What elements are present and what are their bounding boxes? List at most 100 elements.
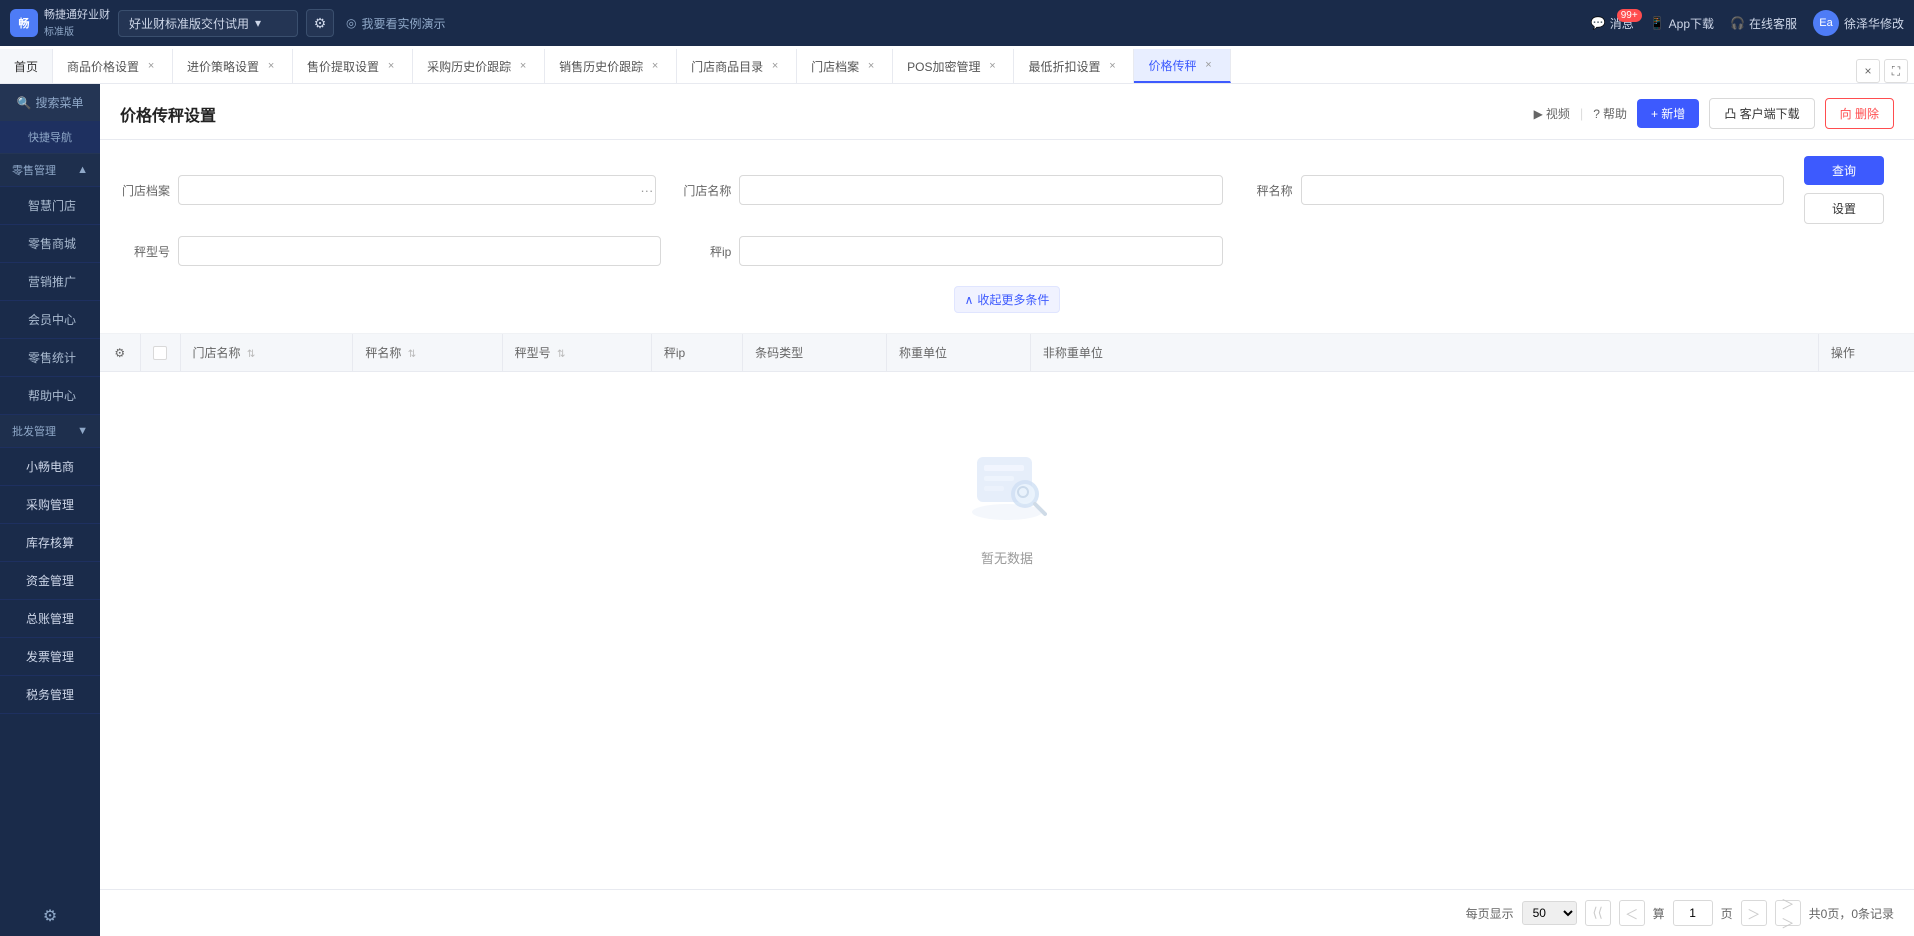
scale-model-input[interactable]	[178, 236, 661, 266]
tab-label: 最低折扣设置	[1028, 58, 1100, 75]
tab-home[interactable]: 首页	[0, 49, 53, 83]
logo-area: 畅 畅捷通好业财 标准版	[10, 8, 110, 38]
app-version: 标准版	[44, 23, 110, 38]
sidebar-search[interactable]: 🔍 搜索菜单	[0, 84, 100, 121]
sidebar-item-purchase-mgmt[interactable]: 采购管理	[0, 486, 100, 524]
scale-ip-input[interactable]	[739, 236, 1222, 266]
separator: |	[1580, 106, 1583, 121]
topbar-settings-button[interactable]: ⚙	[306, 9, 334, 37]
tab-purchase-strategy[interactable]: 进价策略设置 ×	[173, 49, 293, 83]
store-name-input[interactable]	[739, 175, 1222, 205]
export-button[interactable]: 凸 客户端下载	[1709, 98, 1814, 129]
product-selector[interactable]: 好业财标准版交付试用 ▾	[118, 10, 298, 37]
sidebar-quick-nav[interactable]: 快捷导航	[0, 121, 100, 154]
app-download-button[interactable]: 📱 App下载	[1650, 15, 1714, 32]
tab-bar-expand-button[interactable]: ⛶	[1884, 59, 1908, 83]
tab-close-icon[interactable]: ×	[985, 59, 999, 73]
user-name: 徐泽华修改	[1844, 15, 1904, 32]
sidebar-item-member-center[interactable]: 会员中心	[0, 301, 100, 339]
tab-store-profile[interactable]: 门店档案 ×	[797, 49, 893, 83]
tab-close-icon[interactable]: ×	[264, 59, 278, 73]
scale-model-label: 秤型号	[120, 243, 170, 260]
tab-close-icon[interactable]: ×	[768, 59, 782, 73]
sidebar-item-xiaochang-ecom[interactable]: 小畅电商	[0, 448, 100, 486]
sidebar-item-smart-store[interactable]: 智慧门店	[0, 187, 100, 225]
tab-store-catalog[interactable]: 门店商品目录 ×	[677, 49, 797, 83]
tab-close-icon[interactable]: ×	[864, 59, 878, 73]
main-layout: 🔍 搜索菜单 快捷导航 零售管理 ▲ 智慧门店 零售商城 营销推广 会员中心 零…	[0, 84, 1914, 936]
delete-button[interactable]: 向 删除	[1825, 98, 1894, 129]
sidebar-item-invoice[interactable]: 发票管理	[0, 638, 100, 676]
tab-price-scale[interactable]: 价格传秤 ×	[1134, 49, 1230, 83]
page-prev-button[interactable]: ＜	[1619, 900, 1645, 926]
tab-close-icon[interactable]: ×	[1202, 58, 1216, 72]
sidebar-item-help-center[interactable]: 帮助中心	[0, 377, 100, 415]
sidebar-item-wholesale-mgmt[interactable]: 批发管理 ▼	[0, 415, 100, 448]
tab-price-settings[interactable]: 商品价格设置 ×	[53, 49, 173, 83]
sidebar-item-label: 批发管理	[12, 423, 56, 439]
sidebar-item-finance[interactable]: 资金管理	[0, 562, 100, 600]
query-button[interactable]: 查询	[1804, 156, 1884, 185]
sidebar-item-retail-stats[interactable]: 零售统计	[0, 339, 100, 377]
sidebar-item-retail-mall[interactable]: 零售商城	[0, 225, 100, 263]
demo-button[interactable]: ◎ 我要看实例演示	[346, 15, 446, 32]
tab-bar-close-button[interactable]: ×	[1856, 59, 1880, 83]
sidebar-search-label: 搜索菜单	[35, 94, 83, 111]
tab-sale-extract[interactable]: 售价提取设置 ×	[293, 49, 413, 83]
user-area[interactable]: Ea 徐泽华修改	[1813, 10, 1904, 36]
add-button[interactable]: + 新增	[1637, 99, 1699, 128]
sidebar-quick-nav-label: 快捷导航	[28, 132, 72, 144]
page-last-button[interactable]: ＞＞	[1775, 900, 1801, 926]
settings-filter-button[interactable]: 设置	[1804, 193, 1884, 224]
tab-sales-history[interactable]: 销售历史价跟踪 ×	[545, 49, 677, 83]
sidebar-item-label: 库存核算	[26, 534, 74, 551]
select-all-checkbox[interactable]	[153, 346, 167, 360]
sidebar-item-marketing[interactable]: 营销推广	[0, 263, 100, 301]
filter-scale-model: 秤型号	[120, 236, 661, 266]
th-settings[interactable]: ⚙	[100, 334, 140, 372]
sidebar-item-label: 零售管理	[12, 162, 56, 178]
empty-label: 暂无数据	[981, 548, 1033, 567]
per-page-select[interactable]: 50 10 20 100	[1522, 901, 1577, 925]
sidebar-item-label: 发票管理	[26, 648, 74, 665]
tab-label: 门店档案	[811, 58, 859, 75]
th-weight-unit: 称重单位	[886, 334, 1030, 372]
tab-close-icon[interactable]: ×	[144, 59, 158, 73]
online-service-button[interactable]: 🎧 在线客服	[1730, 15, 1797, 32]
scale-name-input[interactable]	[1301, 175, 1784, 205]
sidebar-settings-icon[interactable]: ⚙	[43, 906, 57, 926]
tab-close-icon[interactable]: ×	[1105, 59, 1119, 73]
page-next-button[interactable]: ＞	[1741, 900, 1767, 926]
store-archive-dots[interactable]: ···	[640, 183, 653, 198]
store-archive-input[interactable]	[178, 175, 656, 205]
page-number-input[interactable]	[1673, 900, 1713, 926]
tab-close-icon[interactable]: ×	[384, 59, 398, 73]
collapse-button[interactable]: ∧ 收起更多条件	[954, 286, 1061, 313]
tab-min-discount[interactable]: 最低折扣设置 ×	[1014, 49, 1134, 83]
messages-button[interactable]: 💬 消息 99+	[1591, 15, 1634, 32]
tab-pos-encryption[interactable]: POS加密管理 ×	[893, 49, 1014, 83]
tab-purchase-history[interactable]: 采购历史价跟踪 ×	[413, 49, 545, 83]
settings-icon: ⚙	[114, 346, 125, 360]
tab-label: POS加密管理	[907, 58, 980, 75]
th-checkbox[interactable]	[140, 334, 180, 372]
sidebar-item-tax[interactable]: 税务管理	[0, 676, 100, 714]
video-link[interactable]: ▶ 视频	[1534, 105, 1570, 122]
help-link[interactable]: ? 帮助	[1593, 105, 1627, 122]
sort-icon: ⇅	[557, 349, 565, 360]
tab-close-icon[interactable]: ×	[516, 59, 530, 73]
messages-badge: 99+	[1617, 9, 1642, 22]
sidebar-item-ledger[interactable]: 总账管理	[0, 600, 100, 638]
sidebar-item-label: 零售统计	[28, 349, 76, 366]
sidebar-item-inventory[interactable]: 库存核算	[0, 524, 100, 562]
page-first-button[interactable]: ⟨⟨	[1585, 900, 1611, 926]
sidebar-item-retail-mgmt[interactable]: 零售管理 ▲	[0, 154, 100, 187]
th-scale-model-label: 秤型号	[515, 346, 551, 360]
home-tab-label: 首页	[14, 58, 38, 75]
top-bar: 畅 畅捷通好业财 标准版 好业财标准版交付试用 ▾ ⚙ ◎ 我要看实例演示 💬 …	[0, 0, 1914, 46]
collapse-label: 收起更多条件	[977, 291, 1049, 308]
tab-close-icon[interactable]: ×	[648, 59, 662, 73]
store-archive-label: 门店档案	[120, 182, 170, 199]
online-service-label: 在线客服	[1749, 15, 1797, 32]
app-name: 畅捷通好业财	[44, 8, 110, 22]
